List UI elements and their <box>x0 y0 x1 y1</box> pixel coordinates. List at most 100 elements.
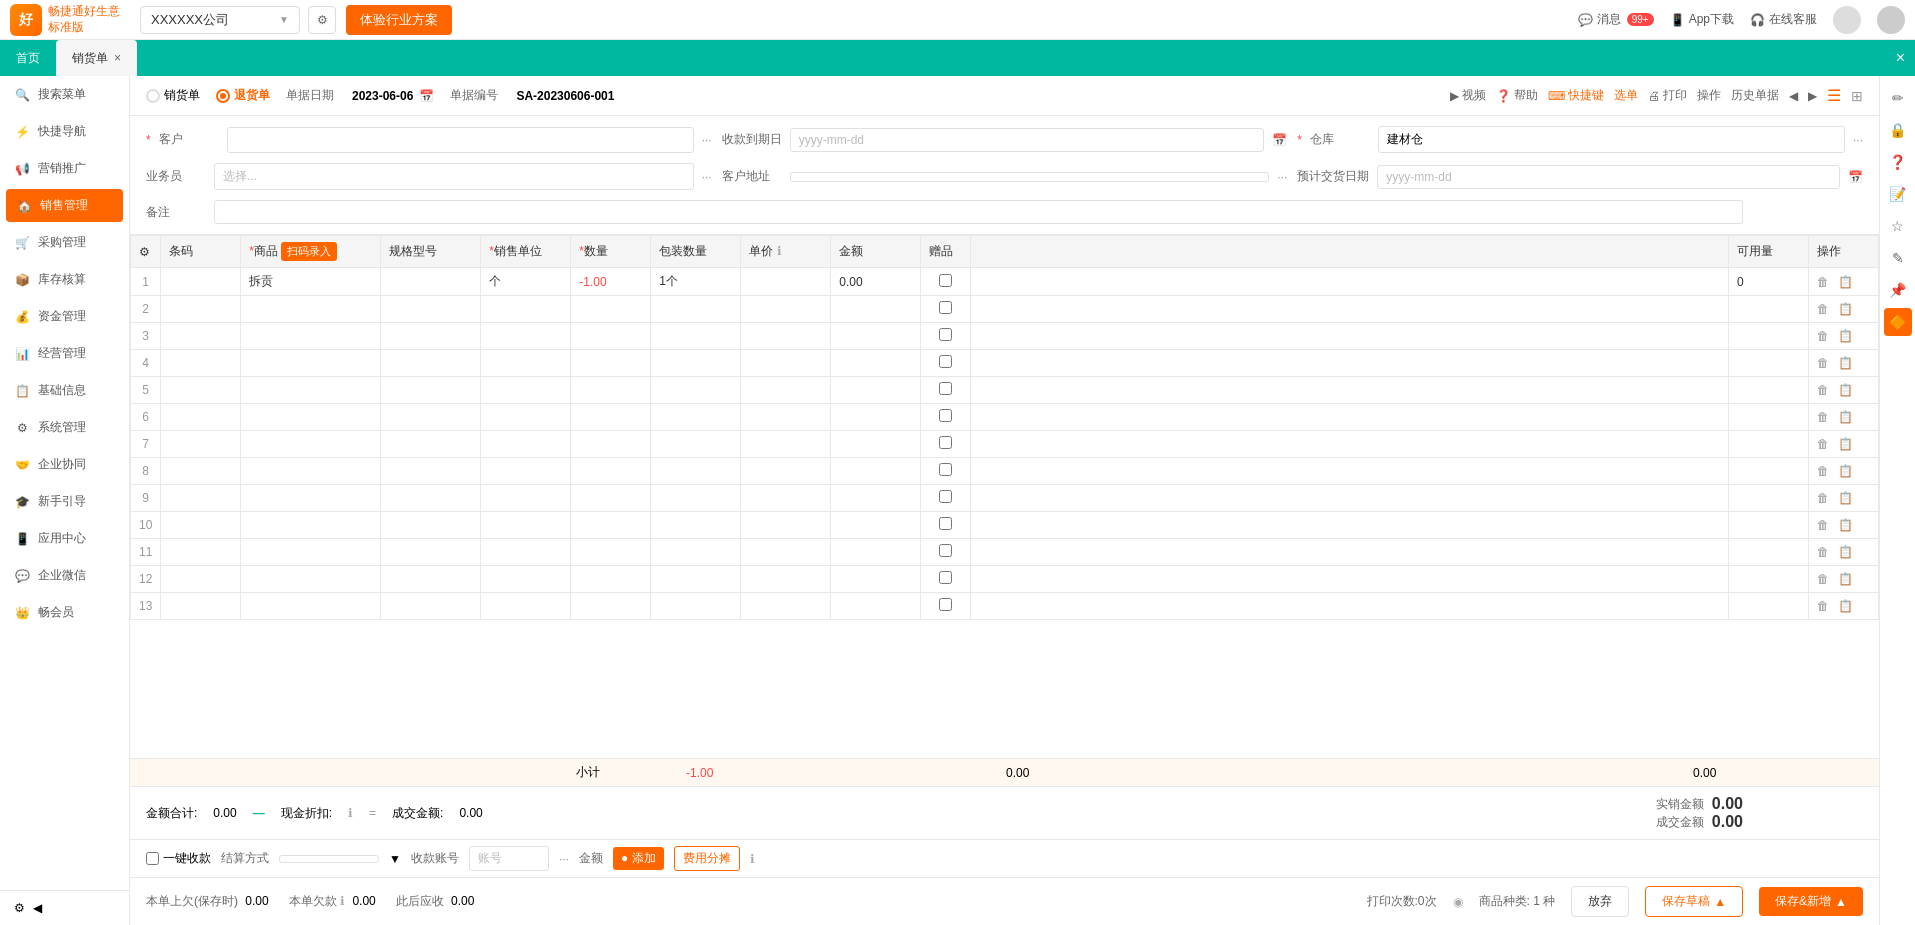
row-product[interactable] <box>241 593 381 620</box>
tab-bar-close-icon[interactable]: × <box>1896 49 1905 67</box>
row-barcode[interactable] <box>161 539 241 566</box>
delivery-date-input[interactable]: yyyy-mm-dd <box>1377 165 1840 189</box>
abandon-button[interactable]: 放弃 <box>1571 886 1629 917</box>
row-amount[interactable] <box>831 593 921 620</box>
row-spec[interactable] <box>381 268 481 296</box>
rs-pencil-icon[interactable]: ✎ <box>1884 244 1912 272</box>
action-btn[interactable]: 操作 <box>1697 87 1721 104</box>
copy-icon[interactable]: 📋 <box>1838 356 1853 370</box>
one-click-checkbox[interactable] <box>146 852 159 865</box>
row-pack-qty[interactable] <box>651 539 741 566</box>
row-gift[interactable] <box>921 268 971 296</box>
row-unit[interactable]: 个 <box>481 268 571 296</box>
video-btn[interactable]: ▶ 视频 <box>1450 87 1486 104</box>
row-amount[interactable] <box>831 458 921 485</box>
row-unit[interactable] <box>481 539 571 566</box>
row-quantity[interactable]: -1.00 <box>571 268 651 296</box>
row-unit[interactable] <box>481 350 571 377</box>
list-view-icon[interactable]: ☰ <box>1827 86 1841 105</box>
online-service-nav[interactable]: 🎧 在线客服 <box>1750 11 1817 28</box>
row-unit-price[interactable] <box>741 485 831 512</box>
sidebar-item-system[interactable]: ⚙ 系统管理 <box>0 409 129 446</box>
calc-method-input[interactable] <box>279 855 379 863</box>
row-gift[interactable] <box>921 296 971 323</box>
message-nav[interactable]: 💬 消息 99+ <box>1578 11 1654 28</box>
collection-date-input[interactable]: yyyy-mm-dd <box>790 128 1265 152</box>
row-barcode[interactable] <box>161 485 241 512</box>
row-unit-price[interactable] <box>741 458 831 485</box>
row-unit[interactable] <box>481 566 571 593</box>
row-barcode[interactable] <box>161 296 241 323</box>
copy-icon[interactable]: 📋 <box>1838 410 1853 424</box>
copy-icon[interactable]: 📋 <box>1838 302 1853 316</box>
product-count-icon[interactable]: ◉ <box>1453 895 1463 909</box>
row-amount[interactable] <box>831 566 921 593</box>
row-unit-price[interactable] <box>741 323 831 350</box>
row-unit-price[interactable] <box>741 431 831 458</box>
row-unit-price[interactable] <box>741 566 831 593</box>
row-amount[interactable] <box>831 323 921 350</box>
row-amount[interactable] <box>831 350 921 377</box>
sidebar-item-operations[interactable]: 📊 经营管理 <box>0 335 129 372</box>
copy-icon[interactable]: 📋 <box>1838 383 1853 397</box>
row-gift[interactable] <box>921 350 971 377</box>
row-amount[interactable]: 0.00 <box>831 268 921 296</box>
row-gift[interactable] <box>921 431 971 458</box>
row-quantity[interactable] <box>571 539 651 566</box>
rs-edit-icon[interactable]: ✏ <box>1884 84 1912 112</box>
row-action[interactable]: 🗑 📋 <box>1809 539 1879 566</box>
customer-address-input[interactable] <box>790 172 1270 182</box>
expense-info-icon[interactable]: ℹ <box>750 852 755 866</box>
address-more-icon[interactable]: ··· <box>1277 170 1287 184</box>
experience-button[interactable]: 体验行业方案 <box>346 5 452 35</box>
row-product[interactable] <box>241 458 381 485</box>
row-unit-price[interactable] <box>741 350 831 377</box>
sidebar-item-search[interactable]: 🔍 搜索菜单 <box>0 76 129 113</box>
tab-sales[interactable]: 销货单 × <box>56 40 137 76</box>
sidebar-item-finance[interactable]: 💰 资金管理 <box>0 298 129 335</box>
row-unit-price[interactable] <box>741 539 831 566</box>
row-spec[interactable] <box>381 350 481 377</box>
row-spec[interactable] <box>381 485 481 512</box>
delete-icon[interactable]: 🗑 <box>1817 356 1829 370</box>
settings-icon[interactable]: ⚙ <box>308 6 336 34</box>
delete-icon[interactable]: 🗑 <box>1817 572 1829 586</box>
save-new-button[interactable]: 保存&新增 ▲ <box>1759 887 1863 916</box>
row-pack-qty[interactable] <box>651 431 741 458</box>
rs-lock-icon[interactable]: 🔒 <box>1884 116 1912 144</box>
warehouse-input[interactable]: 建材仓 <box>1378 126 1845 153</box>
row-barcode[interactable] <box>161 566 241 593</box>
warehouse-more-icon[interactable]: ··· <box>1853 133 1863 147</box>
row-gift[interactable] <box>921 539 971 566</box>
tab-home[interactable]: 首页 <box>0 40 56 76</box>
row-barcode[interactable] <box>161 377 241 404</box>
sidebar-item-member[interactable]: 👑 畅会员 <box>0 594 129 631</box>
row-product[interactable]: 拆贡 <box>241 268 381 296</box>
row-amount[interactable] <box>831 431 921 458</box>
row-unit[interactable] <box>481 485 571 512</box>
remark-input[interactable] <box>214 200 1743 224</box>
row-quantity[interactable] <box>571 593 651 620</box>
delete-icon[interactable]: 🗑 <box>1817 275 1829 289</box>
copy-icon[interactable]: 📋 <box>1838 275 1853 289</box>
row-gift[interactable] <box>921 404 971 431</box>
calc-method-dropdown[interactable]: ▼ <box>389 852 401 866</box>
sidebar-item-sales[interactable]: 🏠 销售管理 <box>6 189 123 222</box>
rs-pin-icon[interactable]: 📌 <box>1884 276 1912 304</box>
row-amount[interactable] <box>831 539 921 566</box>
rs-orange-icon[interactable]: 🔶 <box>1884 308 1912 336</box>
row-product[interactable] <box>241 485 381 512</box>
minus-icon[interactable]: — <box>253 806 265 820</box>
delete-icon[interactable]: 🗑 <box>1817 437 1829 451</box>
copy-icon[interactable]: 📋 <box>1838 464 1853 478</box>
help-btn[interactable]: ❓ 帮助 <box>1496 87 1538 104</box>
row-quantity[interactable] <box>571 458 651 485</box>
return-order-radio[interactable]: 退货单 <box>216 87 270 104</box>
row-barcode[interactable] <box>161 593 241 620</box>
row-barcode[interactable] <box>161 350 241 377</box>
row-quantity[interactable] <box>571 485 651 512</box>
avatar[interactable] <box>1833 6 1861 34</box>
row-spec[interactable] <box>381 404 481 431</box>
info-icon2[interactable]: ℹ <box>340 894 345 908</box>
row-unit-price[interactable] <box>741 268 831 296</box>
